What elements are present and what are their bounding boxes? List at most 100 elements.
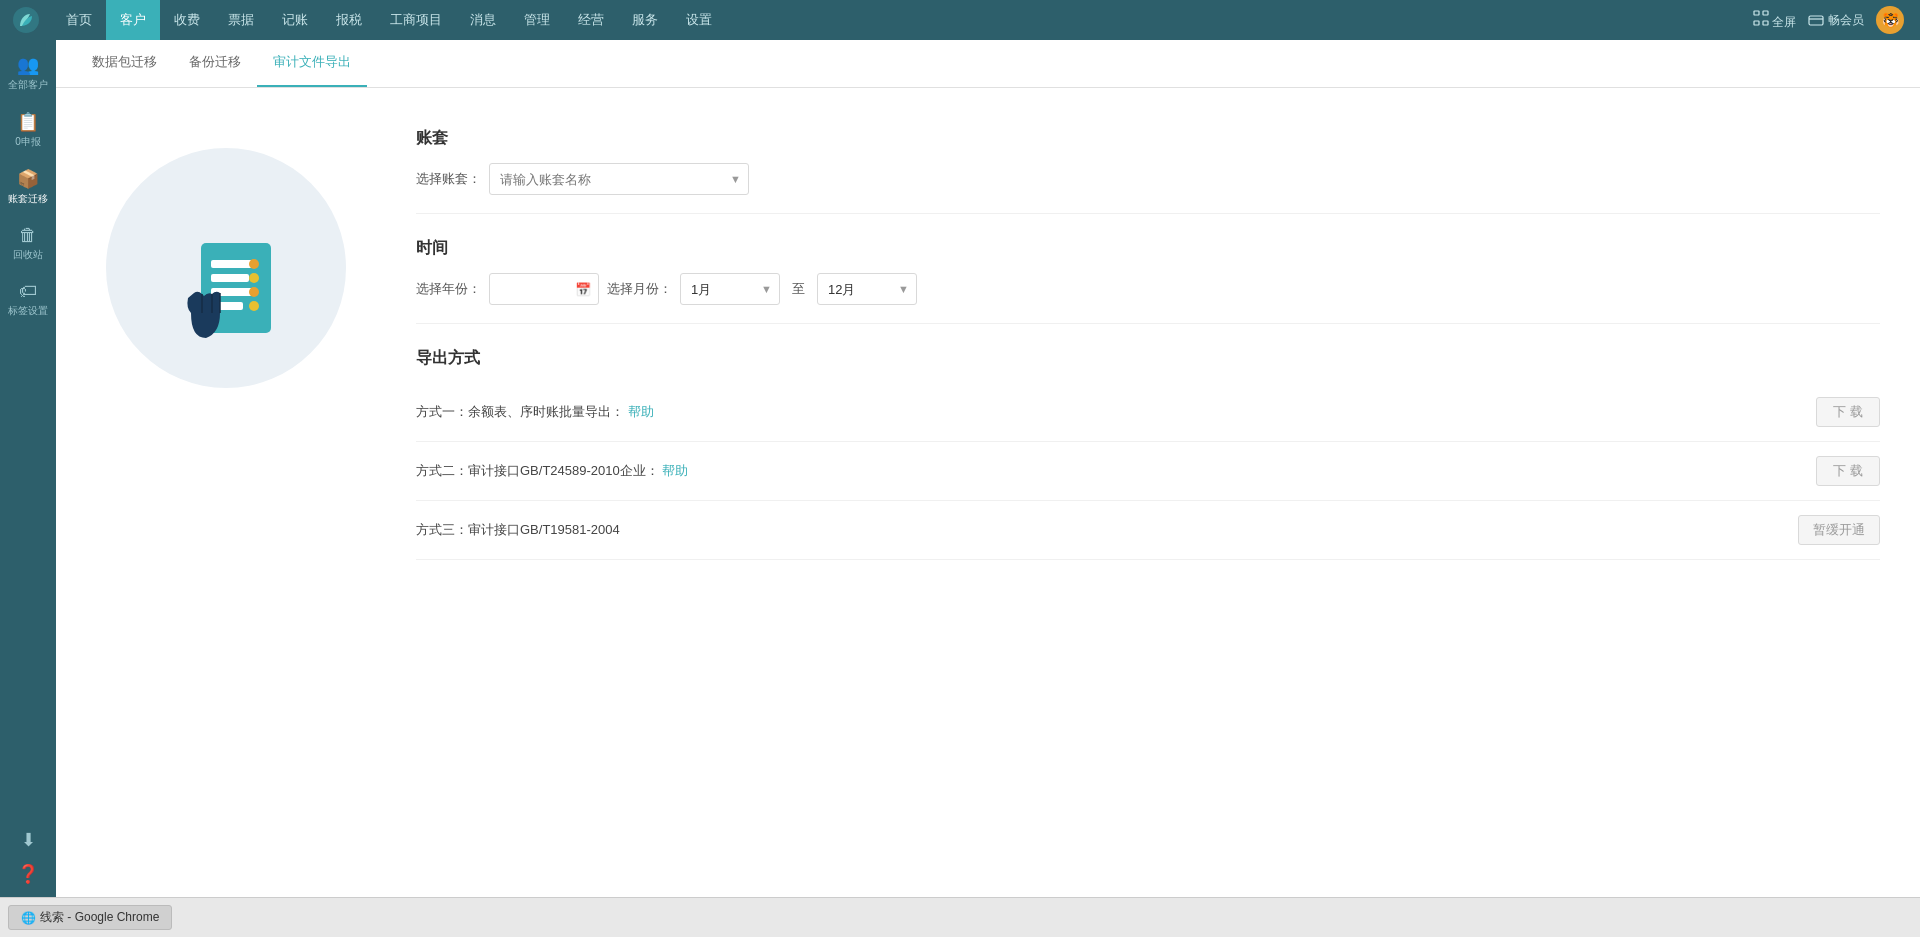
sidebar-label-all-clients: 全部客户 [8,79,48,91]
app-logo [8,2,44,38]
nav-billing[interactable]: 收费 [160,0,214,40]
illustration-wrapper [96,128,356,408]
method1-label: 方式一：余额表、序时账批量导出： [416,404,624,419]
export-method-row-2: 方式二：审计接口GB/T24589-2010企业： 帮助 下 载 [416,442,1880,501]
sidebar: 👥 全部客户 📋 0申报 📦 账套迁移 🗑 回收站 🏷 标签设置 ⬇ ❓ [0,40,56,897]
help-icon[interactable]: ❓ [17,863,39,885]
nav-settings[interactable]: 设置 [672,0,726,40]
tag-settings-icon: 🏷 [19,281,37,302]
time-section-title: 时间 [416,238,1880,259]
nav-services[interactable]: 服务 [618,0,672,40]
nav-operations[interactable]: 经营 [564,0,618,40]
nav-home[interactable]: 首页 [52,0,106,40]
taskbar-chrome-item[interactable]: 🌐 线索 - Google Chrome [8,905,172,930]
method1-download-button[interactable]: 下 载 [1816,397,1880,427]
top-nav-right: 全屏 畅会员 🐯 [1753,6,1920,34]
month-to-select[interactable]: 1月2月3月4月 5月6月7月8月 9月10月11月 12月 [817,273,917,305]
time-divider [416,323,1880,324]
svg-point-11 [249,259,259,269]
export-method-row-3: 方式三：审计接口GB/T19581-2004 暂缓开通 [416,501,1880,560]
svg-point-12 [249,273,259,283]
method3-label: 方式三：审计接口GB/T19581-2004 [416,522,620,537]
sidebar-label-account-migrate: 账套迁移 [8,193,48,205]
method1-text: 方式一：余额表、序时账批量导出： 帮助 [416,403,654,421]
sidebar-label-zero-report: 0申报 [15,136,41,148]
zero-report-icon: 📋 [17,111,39,133]
nav-tax[interactable]: 报税 [322,0,376,40]
page-content: 账套 选择账套： ▼ 时间 选择年份： 2023 [56,88,1920,897]
tab-data-migrate[interactable]: 数据包迁移 [76,40,173,87]
tab-backup-migrate[interactable]: 备份迁移 [173,40,257,87]
time-form-row: 选择年份： 2023 📅 选择月份： 1月2月3月4月 5月6月7月8月 9月1… [416,273,1880,305]
nav-invoices[interactable]: 票据 [214,0,268,40]
main-layout: 👥 全部客户 📋 0申报 📦 账套迁移 🗑 回收站 🏷 标签设置 ⬇ ❓ 数据包… [0,40,1920,897]
chrome-icon: 🌐 [21,911,36,925]
nav-messages[interactable]: 消息 [456,0,510,40]
account-form-row: 选择账套： ▼ [416,163,1880,195]
recycle-icon: 🗑 [19,225,37,246]
nav-accounting[interactable]: 记账 [268,0,322,40]
sidebar-bottom: ⬇ ❓ [17,829,39,897]
method2-label: 方式二：审计接口GB/T24589-2010企业： [416,463,659,478]
month-label: 选择月份： [607,280,672,298]
vip-label: 畅会员 [1828,12,1864,29]
account-dropdown-icon: ▼ [730,173,741,185]
sidebar-item-zero-report[interactable]: 📋 0申报 [0,101,56,158]
vip-button[interactable]: 畅会员 [1808,12,1864,29]
illustration-svg [146,188,306,348]
download-icon[interactable]: ⬇ [21,829,36,851]
svg-rect-5 [1809,16,1823,25]
svg-rect-4 [1763,21,1768,25]
month-to-select-wrapper[interactable]: 1月2月3月4月 5月6月7月8月 9月10月11月 12月 ▼ [817,273,917,305]
svg-rect-3 [1754,21,1759,25]
nav-business[interactable]: 工商项目 [376,0,456,40]
year-input-wrapper[interactable]: 2023 📅 [489,273,599,305]
sidebar-item-all-clients[interactable]: 👥 全部客户 [0,44,56,101]
account-label: 选择账套： [416,170,481,188]
fullscreen-label: 全屏 [1772,15,1796,29]
account-migrate-icon: 📦 [17,168,39,190]
illustration-circle [106,148,346,388]
method3-text: 方式三：审计接口GB/T19581-2004 [416,521,620,539]
content-area: 数据包迁移 备份迁移 审计文件导出 [56,40,1920,897]
method2-download-button[interactable]: 下 载 [1816,456,1880,486]
sidebar-item-tag-settings[interactable]: 🏷 标签设置 [0,271,56,327]
account-section-title: 账套 [416,128,1880,149]
to-label: 至 [792,280,805,298]
export-section-title: 导出方式 [416,348,1880,369]
taskbar-item-label: 线索 - Google Chrome [40,909,159,926]
export-method-row-1: 方式一：余额表、序时账批量导出： 帮助 下 载 [416,383,1880,442]
month-from-select-wrapper[interactable]: 1月2月3月4月 5月6月7月8月 9月10月11月12月 ▼ [680,273,780,305]
calendar-icon: 📅 [575,282,591,297]
nav-manage[interactable]: 管理 [510,0,564,40]
avatar[interactable]: 🐯 [1876,6,1904,34]
sidebar-item-account-migrate[interactable]: 📦 账套迁移 [0,158,56,215]
tab-audit-export[interactable]: 审计文件导出 [257,40,367,87]
method2-help-link[interactable]: 帮助 [662,463,688,478]
sidebar-item-recycle[interactable]: 🗑 回收站 [0,215,56,271]
all-clients-icon: 👥 [17,54,39,76]
tabs-bar: 数据包迁移 备份迁移 审计文件导出 [56,40,1920,88]
nav-items: 首页 客户 收费 票据 记账 报税 工商项目 消息 管理 经营 服务 设置 [52,0,1753,40]
account-input[interactable] [489,163,749,195]
sidebar-label-tag-settings: 标签设置 [8,305,48,317]
month-from-select[interactable]: 1月2月3月4月 5月6月7月8月 9月10月11月12月 [680,273,780,305]
top-nav: 首页 客户 收费 票据 记账 报税 工商项目 消息 管理 经营 服务 设置 全屏… [0,0,1920,40]
taskbar: 🌐 线索 - Google Chrome [0,897,1920,937]
method2-text: 方式二：审计接口GB/T24589-2010企业： 帮助 [416,462,688,480]
svg-point-14 [249,301,259,311]
nav-clients[interactable]: 客户 [106,0,160,40]
year-label: 选择年份： [416,280,481,298]
export-layout: 账套 选择账套： ▼ 时间 选择年份： 2023 [96,128,1880,560]
form-section: 账套 选择账套： ▼ 时间 选择年份： 2023 [416,128,1880,560]
method3-open-button[interactable]: 暂缓开通 [1798,515,1880,545]
account-divider [416,213,1880,214]
method1-help-link[interactable]: 帮助 [628,404,654,419]
svg-rect-1 [1754,11,1759,15]
svg-point-13 [249,287,259,297]
fullscreen-button[interactable]: 全屏 [1753,10,1796,31]
svg-rect-2 [1763,11,1768,15]
account-input-wrapper[interactable]: ▼ [489,163,749,195]
sidebar-label-recycle: 回收站 [13,249,43,261]
svg-rect-8 [211,274,249,282]
